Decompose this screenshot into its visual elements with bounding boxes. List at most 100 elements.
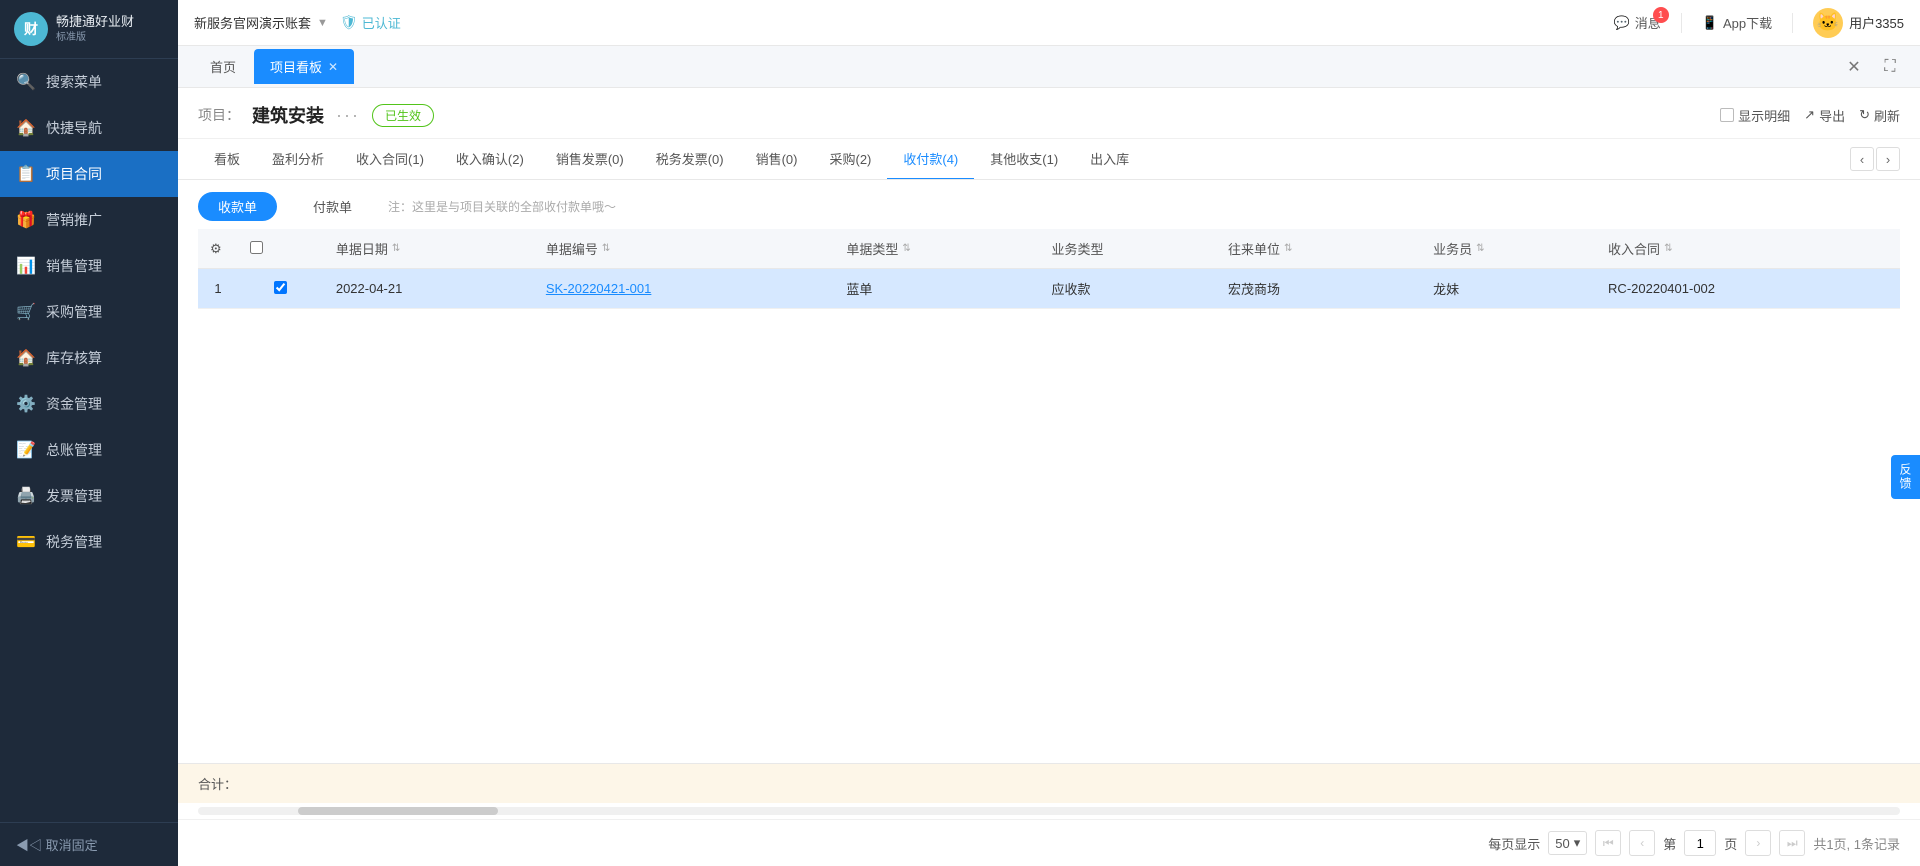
tab-close-button[interactable]: ✕ bbox=[328, 60, 338, 74]
sub-tab-kanban[interactable]: 看板 bbox=[198, 139, 256, 180]
show-detail-checkbox[interactable]: 显示明细 bbox=[1720, 106, 1790, 125]
refresh-button[interactable]: ↻ 刷新 bbox=[1859, 106, 1900, 125]
sub-tab-tax-invoice[interactable]: 税务发票(0) bbox=[640, 139, 740, 180]
type-column-header[interactable]: 单据类型 ⇅ bbox=[834, 229, 1039, 269]
sidebar-logo: 财 畅捷通好业财 标准版 bbox=[0, 0, 178, 59]
row-income-contract: RC-20220401-002 bbox=[1596, 269, 1900, 309]
select-all-checkbox[interactable] bbox=[250, 241, 263, 254]
sub-tab-prev-button[interactable]: ‹ bbox=[1850, 147, 1874, 171]
page-size-label: 每页显示 bbox=[1488, 834, 1540, 853]
message-button[interactable]: 💬 消息 1 bbox=[1614, 13, 1661, 32]
table-row[interactable]: 1 2022-04-21 SK-20220421-001 蓝单 应收款 宏茂商场… bbox=[198, 269, 1900, 309]
sub-tab-other-income[interactable]: 其他收支(1) bbox=[974, 139, 1074, 180]
total-label: 合计： bbox=[198, 774, 237, 793]
show-detail-checkbox-box[interactable] bbox=[1720, 108, 1734, 122]
sub-tab-next-button[interactable]: › bbox=[1876, 147, 1900, 171]
income-contract-sort-icon: ⇅ bbox=[1664, 243, 1672, 254]
header-right: 💬 消息 1 📱 App下载 🐱 用户3355 bbox=[1614, 8, 1904, 38]
tab-project-board[interactable]: 项目看板 ✕ bbox=[254, 49, 354, 84]
sub-tab-in-out-stock[interactable]: 出入库 bbox=[1074, 139, 1145, 180]
sidebar-item-purchase[interactable]: 🛒 采购管理 bbox=[0, 289, 178, 335]
scroll-bar-area bbox=[178, 803, 1920, 819]
export-button[interactable]: ↗ 导出 bbox=[1804, 106, 1845, 125]
sub-tab-sales[interactable]: 销售(0) bbox=[740, 139, 814, 180]
partner-column-header[interactable]: 往来单位 ⇅ bbox=[1216, 229, 1421, 269]
sidebar-item-search[interactable]: 🔍 搜索菜单 bbox=[0, 59, 178, 105]
scroll-track[interactable] bbox=[198, 807, 1900, 815]
next-page-button[interactable]: › bbox=[1745, 830, 1771, 856]
invoice-mgr-icon: 🖨️ bbox=[16, 486, 36, 506]
sidebar-item-invoice-mgr[interactable]: 🖨️ 发票管理 bbox=[0, 473, 178, 519]
sub-tab-sales-invoice[interactable]: 销售发票(0) bbox=[540, 139, 640, 180]
checkbox-column-header[interactable] bbox=[238, 229, 324, 269]
page-size-select[interactable]: 50 ▾ bbox=[1548, 831, 1587, 855]
feedback-button[interactable]: 反馈 bbox=[1891, 455, 1920, 499]
sidebar-item-label: 总账管理 bbox=[46, 440, 102, 460]
sidebar-item-contract[interactable]: 📋 项目合同 bbox=[0, 151, 178, 197]
settings-icon[interactable]: ⚙ bbox=[210, 241, 222, 256]
row-type: 蓝单 bbox=[834, 269, 1039, 309]
row-salesperson: 龙妹 bbox=[1421, 269, 1596, 309]
more-options-button[interactable]: ··· bbox=[336, 105, 360, 126]
tab-home-label: 首页 bbox=[210, 57, 236, 76]
sidebar-unpin-button[interactable]: ◀◁ 取消固定 bbox=[0, 822, 178, 866]
current-page-input[interactable] bbox=[1684, 830, 1716, 856]
inventory-icon: 🏠 bbox=[16, 348, 36, 368]
settings-column-header[interactable]: ⚙ bbox=[198, 229, 238, 269]
row-checkbox-cell[interactable] bbox=[238, 269, 324, 309]
account-dropdown-arrow: ▼ bbox=[317, 17, 328, 29]
biz-type-column-header: 业务类型 bbox=[1040, 229, 1216, 269]
content-area: 项目： 建筑安装 ··· 已生效 显示明细 ↗ 导出 ↻ 刷新 bbox=[178, 88, 1920, 866]
project-label: 项目： bbox=[198, 105, 240, 125]
salesperson-column-header[interactable]: 业务员 ⇅ bbox=[1421, 229, 1596, 269]
sub-tab-profit[interactable]: 盈利分析 bbox=[256, 139, 340, 180]
window-close-button[interactable]: ✕ bbox=[1840, 53, 1868, 81]
sub-tab-revenue-confirm[interactable]: 收入确认(2) bbox=[440, 139, 540, 180]
tab-home[interactable]: 首页 bbox=[194, 49, 252, 84]
sidebar-item-label: 项目合同 bbox=[46, 164, 102, 184]
sidebar-item-label: 库存核算 bbox=[46, 348, 102, 368]
avatar: 🐱 bbox=[1813, 8, 1843, 38]
sub-tab-purchase[interactable]: 采购(2) bbox=[813, 139, 887, 180]
last-page-button[interactable]: ⏭ bbox=[1779, 830, 1805, 856]
main-area: 新服务官网演示账套 ▼ 🛡 已认证 💬 消息 1 📱 App下载 🐱 用户335… bbox=[178, 0, 1920, 866]
row-number[interactable]: SK-20220421-001 bbox=[534, 269, 835, 309]
date-column-header[interactable]: 单据日期 ⇅ bbox=[324, 229, 534, 269]
message-icon: 💬 bbox=[1614, 15, 1630, 31]
sub-tab-nav: ‹ › bbox=[1850, 147, 1900, 171]
ledger-icon: 📝 bbox=[16, 440, 36, 460]
sub-tab-receipt-payment[interactable]: 收付款(4) bbox=[887, 139, 974, 180]
tab-bar: 首页 项目看板 ✕ ✕ ⛶ bbox=[178, 46, 1920, 88]
sidebar-item-quicknav[interactable]: 🏠 快捷导航 bbox=[0, 105, 178, 151]
sub-tab-revenue-contract[interactable]: 收入合同(1) bbox=[340, 139, 440, 180]
sidebar-item-finance[interactable]: ⚙️ 资金管理 bbox=[0, 381, 178, 427]
sidebar-item-marketing[interactable]: 🎁 营销推广 bbox=[0, 197, 178, 243]
window-maximize-button[interactable]: ⛶ bbox=[1876, 53, 1904, 81]
receipt-tab-button[interactable]: 收款单 bbox=[198, 192, 277, 221]
user-info[interactable]: 🐱 用户3355 bbox=[1813, 8, 1904, 38]
income-contract-column-header[interactable]: 收入合同 ⇅ bbox=[1596, 229, 1900, 269]
number-column-header[interactable]: 单据编号 ⇅ bbox=[534, 229, 835, 269]
type-sort-icon: ⇅ bbox=[902, 243, 910, 254]
header-divider bbox=[1681, 13, 1682, 33]
prev-page-button[interactable]: ‹ bbox=[1629, 830, 1655, 856]
sidebar-item-label: 营销推广 bbox=[46, 210, 102, 230]
app-download-button[interactable]: 📱 App下载 bbox=[1702, 13, 1772, 32]
account-name: 新服务官网演示账套 bbox=[194, 13, 311, 32]
row-checkbox[interactable] bbox=[274, 281, 287, 294]
sidebar-item-ledger[interactable]: 📝 总账管理 bbox=[0, 427, 178, 473]
contract-icon: 📋 bbox=[16, 164, 36, 184]
account-selector[interactable]: 新服务官网演示账套 ▼ bbox=[194, 13, 328, 32]
sidebar-item-sales[interactable]: 📊 销售管理 bbox=[0, 243, 178, 289]
sidebar: 财 畅捷通好业财 标准版 🔍 搜索菜单 🏠 快捷导航 📋 项目合同 🎁 营销推广… bbox=[0, 0, 178, 866]
first-page-button[interactable]: ⏮ bbox=[1595, 830, 1621, 856]
sidebar-item-tax[interactable]: 💳 税务管理 bbox=[0, 519, 178, 565]
page-size-dropdown-icon: ▾ bbox=[1574, 835, 1581, 851]
payment-tab-button[interactable]: 付款单 bbox=[293, 192, 372, 221]
phone-icon: 📱 bbox=[1702, 15, 1718, 31]
scroll-thumb[interactable] bbox=[298, 807, 498, 815]
shield-icon: 🛡 bbox=[340, 14, 358, 31]
refresh-icon: ↻ bbox=[1859, 107, 1870, 123]
sidebar-item-inventory[interactable]: 🏠 库存核算 bbox=[0, 335, 178, 381]
project-title: 建筑安装 bbox=[252, 102, 324, 128]
